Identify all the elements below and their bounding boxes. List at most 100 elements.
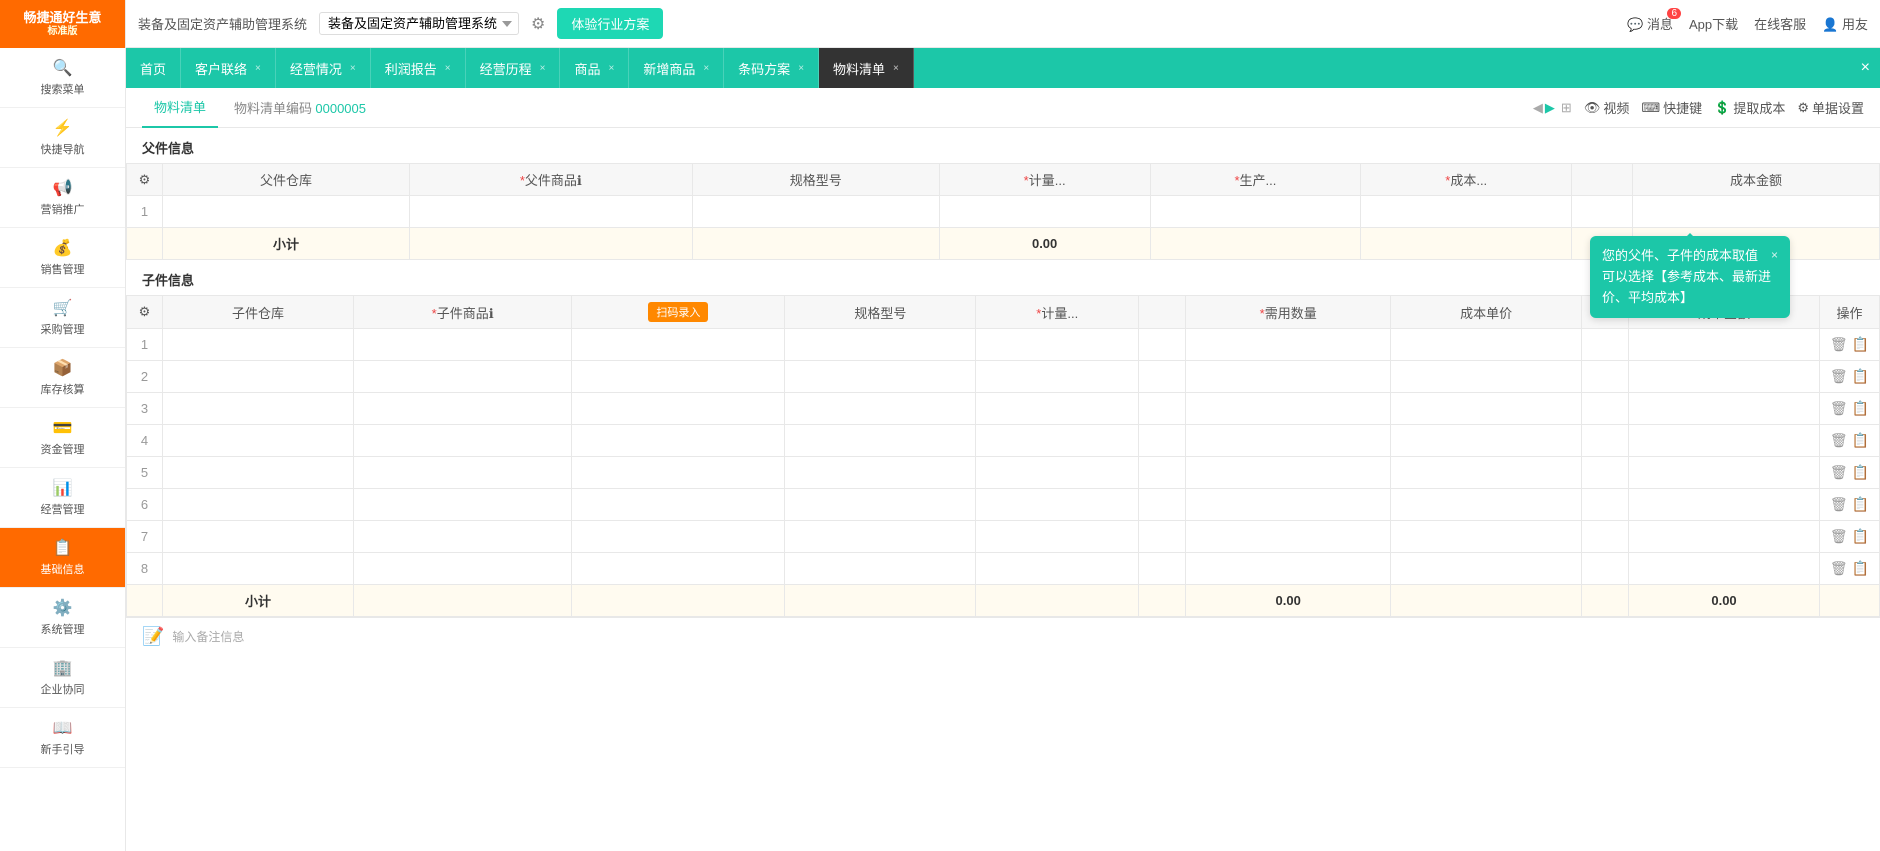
tab-home[interactable]: 首页 xyxy=(126,48,181,88)
cost-tool[interactable]: 💲 提取成本 xyxy=(1714,98,1785,117)
child-subtotal-amount: 0.00 xyxy=(1629,585,1820,617)
delete-icon[interactable]: 🗑 xyxy=(1830,368,1848,385)
sidebar-item-sales[interactable]: 💰 销售管理 xyxy=(0,228,125,288)
sidebar-item-inventory[interactable]: 📦 库存核算 xyxy=(0,348,125,408)
child-row-5: 5 🗑📋 xyxy=(127,457,1880,489)
tab-close-icon[interactable]: × xyxy=(703,63,709,74)
child-amount-cell xyxy=(1629,329,1820,361)
child-qty-cell[interactable] xyxy=(1186,329,1391,361)
copy-icon[interactable]: 📋 xyxy=(1852,400,1869,417)
sidebar-item-guide[interactable]: 📖 新手引导 xyxy=(0,708,125,768)
tab-history[interactable]: 经营历程 × xyxy=(466,48,561,88)
note-placeholder[interactable]: 输入备注信息 xyxy=(172,628,244,645)
parent-product-cell[interactable] xyxy=(409,196,692,228)
system-select[interactable]: 装备及固定资产辅助管理系统 xyxy=(319,12,519,35)
tab-close-icon[interactable]: × xyxy=(255,63,261,74)
sidebar-item-operations[interactable]: 📊 经营管理 xyxy=(0,468,125,528)
sidebar-item-finance[interactable]: 💳 资金管理 xyxy=(0,408,125,468)
delete-icon[interactable]: 🗑 xyxy=(1830,464,1848,481)
tab-close-icon[interactable]: × xyxy=(608,63,614,74)
prev-arrow-icon[interactable]: ◀ xyxy=(1533,100,1543,116)
row-number: 1 xyxy=(127,196,163,228)
next-arrow-icon[interactable]: ▶ xyxy=(1545,100,1555,116)
delete-icon[interactable]: 🗑 xyxy=(1830,400,1848,417)
subtotal-empty4 xyxy=(1361,228,1572,260)
col-cost: *成本... xyxy=(1361,164,1572,196)
tab-barcode[interactable]: 条码方案 × xyxy=(724,48,819,88)
scan-button[interactable]: 扫码录入 xyxy=(648,302,708,322)
user-avatar[interactable]: 👤 用友 xyxy=(1822,14,1868,33)
tab-close-icon[interactable]: × xyxy=(445,63,451,74)
tab-profit[interactable]: 利润报告 × xyxy=(371,48,466,88)
online-service-link[interactable]: 在线客服 xyxy=(1754,14,1806,33)
app-download-link[interactable]: App下载 xyxy=(1689,14,1738,33)
expand-icon[interactable]: ⊞ xyxy=(1561,100,1572,116)
child-unit-cell[interactable] xyxy=(976,329,1139,361)
tab-goods[interactable]: 商品 × xyxy=(560,48,629,88)
shortcut-tool[interactable]: ⌨ 快捷键 xyxy=(1641,98,1702,117)
child-warehouse-cell[interactable] xyxy=(163,329,354,361)
logo-text: 畅捷通好生意 xyxy=(23,10,101,26)
sub-tab-bom-list[interactable]: 物料清单 xyxy=(142,88,218,128)
topbar-right: 💬 消息 6 App下载 在线客服 👤 用友 xyxy=(1627,14,1868,33)
parent-amount-cell xyxy=(1632,196,1879,228)
copy-icon[interactable]: 📋 xyxy=(1852,432,1869,449)
copy-icon[interactable]: 📋 xyxy=(1852,464,1869,481)
delete-icon[interactable]: 🗑 xyxy=(1830,528,1848,545)
message-button[interactable]: 💬 消息 6 xyxy=(1627,14,1673,33)
child-row-7: 7 🗑📋 xyxy=(127,521,1880,553)
sidebar-item-purchase[interactable]: 🛒 采购管理 xyxy=(0,288,125,348)
delete-icon[interactable]: 🗑 xyxy=(1830,560,1848,577)
subtotal-empty2 xyxy=(692,228,939,260)
tab-close-icon[interactable]: × xyxy=(350,63,356,74)
copy-icon[interactable]: 📋 xyxy=(1852,560,1869,577)
delete-icon[interactable]: 🗑 xyxy=(1830,336,1848,353)
child-unit-cost-cell[interactable] xyxy=(1391,329,1582,361)
sub-tab-tools: ◀ ▶ ⊞ 👁 视频 ⌨ 快捷键 💲 提取成本 ⚙ 单据设置 xyxy=(1533,98,1864,117)
tab-new-goods[interactable]: 新增商品 × xyxy=(629,48,724,88)
copy-icon[interactable]: 📋 xyxy=(1852,336,1869,353)
sidebar-item-enterprise[interactable]: 🏢 企业协同 xyxy=(0,648,125,708)
book-icon: 📖 xyxy=(53,718,73,738)
sidebar-item-system[interactable]: ⚙️ 系统管理 xyxy=(0,588,125,648)
parent-warehouse-cell[interactable] xyxy=(163,196,410,228)
box-icon: 📦 xyxy=(53,358,73,378)
sub-tab-label: 物料清单 xyxy=(154,97,206,116)
content-area: 物料清单 物料清单编码 0000005 ◀ ▶ ⊞ 👁 视频 ⌨ 快捷键 💲 提… xyxy=(126,88,1880,851)
settings-tool[interactable]: ⚙ 单据设置 xyxy=(1797,98,1864,117)
settings-icon[interactable]: ⚙ xyxy=(531,14,545,34)
parent-prod-cell[interactable] xyxy=(1150,196,1361,228)
tab-close-icon[interactable]: × xyxy=(798,63,804,74)
delete-icon[interactable]: 🗑 xyxy=(1830,432,1848,449)
tab-operations[interactable]: 经营情况 × xyxy=(276,48,371,88)
child-product-cell[interactable] xyxy=(353,329,572,361)
col-extra xyxy=(1572,164,1633,196)
copy-icon[interactable]: 📋 xyxy=(1852,496,1869,513)
cart-icon: 🛒 xyxy=(53,298,73,318)
tooltip-close-button[interactable]: × xyxy=(1771,246,1778,265)
child-subtotal-row: 小计 0.00 0.00 xyxy=(127,585,1880,617)
delete-icon[interactable]: 🗑 xyxy=(1830,496,1848,513)
parent-section-title: 父件信息 xyxy=(126,128,1880,163)
tab-customer[interactable]: 客户联络 × xyxy=(181,48,276,88)
parent-cost-cell[interactable] xyxy=(1361,196,1572,228)
copy-icon[interactable]: 📋 xyxy=(1852,528,1869,545)
col-scan[interactable]: 扫码录入 xyxy=(572,296,785,329)
tooltip-text: 您的父件、子件的成本取值可以选择【参考成本、最新进价、平均成本】 xyxy=(1602,248,1771,305)
sidebar-item-search[interactable]: 🔍 搜索菜单 xyxy=(0,48,125,108)
parent-unit-cell[interactable] xyxy=(939,196,1150,228)
sidebar-item-quick-nav[interactable]: ⚡ 快捷导航 xyxy=(0,108,125,168)
tab-bom[interactable]: 物料清单 × xyxy=(819,48,914,88)
sidebar-item-basic[interactable]: 📋 基础信息 xyxy=(0,528,125,588)
child-spec-cell[interactable] xyxy=(785,329,976,361)
trial-button[interactable]: 体验行业方案 xyxy=(557,8,663,39)
copy-icon[interactable]: 📋 xyxy=(1852,368,1869,385)
parent-spec-cell[interactable] xyxy=(692,196,939,228)
child-subtotal-qty: 0.00 xyxy=(1186,585,1391,617)
logo-sub: 标准版 xyxy=(48,26,78,38)
view-tool[interactable]: 👁 视频 xyxy=(1584,98,1630,117)
tab-close-icon[interactable]: × xyxy=(540,63,546,74)
tab-close-icon[interactable]: × xyxy=(893,63,899,74)
close-all-tabs-icon[interactable]: × xyxy=(1851,59,1880,77)
sidebar-item-marketing[interactable]: 📢 营销推广 xyxy=(0,168,125,228)
